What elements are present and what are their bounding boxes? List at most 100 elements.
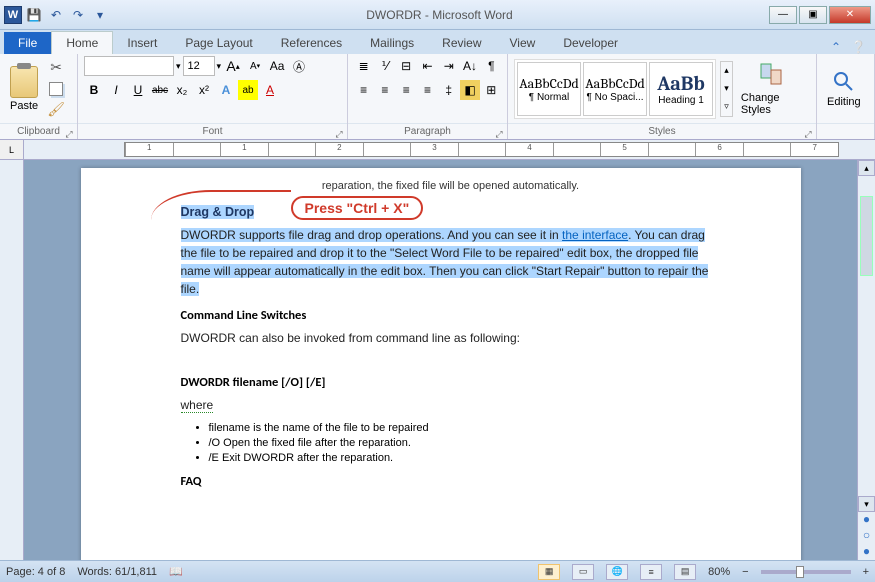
view-outline-button[interactable]: ≡ (640, 564, 662, 580)
ruler-toggle-button[interactable] (857, 140, 875, 159)
status-proofing-icon[interactable]: 📖 (169, 565, 183, 578)
shading-button[interactable]: ◧ (460, 80, 479, 100)
scroll-up-button[interactable]: ▴ (858, 160, 875, 176)
subscript-button[interactable]: x₂ (172, 80, 192, 100)
multilevel-button[interactable]: ⊟ (397, 56, 416, 76)
zoom-out-button[interactable]: − (742, 566, 748, 578)
numbering-button[interactable]: ⅟ (375, 56, 394, 76)
align-left-button[interactable]: ≡ (354, 80, 373, 100)
help-icon[interactable]: ❔ (851, 40, 865, 54)
vertical-ruler[interactable] (0, 160, 24, 560)
vertical-scrollbar[interactable]: ▴ ▾ ● ○ ● (857, 160, 875, 560)
justify-button[interactable]: ≡ (418, 80, 437, 100)
line-spacing-button[interactable]: ‡ (439, 80, 458, 100)
zoom-in-button[interactable]: + (863, 566, 869, 578)
status-words[interactable]: Words: 61/1,811 (77, 566, 157, 578)
heading-drag-drop: Drag & Drop (181, 205, 721, 220)
superscript-button[interactable]: x² (194, 80, 214, 100)
browse-object-button[interactable]: ○ (858, 528, 875, 544)
clear-formatting-button[interactable]: Ⓐ (289, 56, 309, 76)
view-print-layout-button[interactable]: ▦ (538, 564, 560, 580)
bullets-button[interactable]: ≣ (354, 56, 373, 76)
copy-button[interactable] (46, 79, 66, 99)
font-size-combo[interactable]: 12 (183, 56, 215, 76)
gallery-more-icon[interactable]: ▿ (721, 101, 732, 112)
styles-gallery[interactable]: AaBbCcDd¶ Normal AaBbCcDd¶ No Spaci... A… (514, 59, 716, 119)
underline-button[interactable]: U (128, 80, 148, 100)
paste-label: Paste (10, 100, 38, 112)
styles-launcher[interactable]: ⤢ (802, 126, 814, 138)
qat-redo-button[interactable]: ↷ (68, 5, 88, 25)
clipboard-launcher[interactable]: ⤢ (63, 126, 75, 138)
horizontal-ruler[interactable]: 1 1 2 3 4 5 6 7 (124, 142, 839, 157)
show-marks-button[interactable]: ¶ (482, 56, 501, 76)
bold-button[interactable]: B (84, 80, 104, 100)
gallery-down-icon[interactable]: ▾ (721, 83, 732, 94)
tab-references[interactable]: References (267, 32, 356, 54)
prev-page-button[interactable]: ● (858, 512, 875, 528)
scroll-down-button[interactable]: ▾ (858, 496, 875, 512)
status-page[interactable]: Page: 4 of 8 (6, 566, 65, 578)
minimize-ribbon-icon[interactable]: ⌃ (831, 40, 845, 54)
borders-button[interactable]: ⊞ (482, 80, 501, 100)
format-painter-button[interactable]: 🖌 (46, 100, 66, 120)
font-launcher[interactable]: ⤢ (333, 126, 345, 138)
gallery-up-icon[interactable]: ▴ (721, 65, 732, 76)
group-paragraph: ≣ ⅟ ⊟ ⇤ ⇥ A↓ ¶ ≡ ≡ ≡ ≡ ‡ ◧ ⊞ Paragraph⤢ (348, 54, 508, 139)
status-zoom-pct[interactable]: 80% (708, 566, 730, 578)
style-no-spacing[interactable]: AaBbCcDd¶ No Spaci... (583, 62, 647, 116)
align-right-button[interactable]: ≡ (397, 80, 416, 100)
tab-developer[interactable]: Developer (549, 32, 632, 54)
change-case-button[interactable]: Aa (267, 56, 287, 76)
paragraph-launcher[interactable]: ⤢ (493, 126, 505, 138)
font-name-combo[interactable] (84, 56, 174, 76)
tab-page-layout[interactable]: Page Layout (171, 32, 266, 54)
view-draft-button[interactable]: ▤ (674, 564, 696, 580)
cut-button[interactable]: ✂ (46, 58, 66, 78)
maximize-button[interactable]: ▣ (799, 6, 827, 24)
zoom-slider[interactable] (761, 570, 851, 574)
qat-undo-button[interactable]: ↶ (46, 5, 66, 25)
minimize-button[interactable]: — (769, 6, 797, 24)
shrink-font-button[interactable]: A▾ (245, 56, 265, 76)
font-color-button[interactable]: A (260, 80, 280, 100)
next-page-button[interactable]: ● (858, 544, 875, 560)
decrease-indent-button[interactable]: ⇤ (418, 56, 437, 76)
style-heading1[interactable]: AaBbHeading 1 (649, 62, 713, 116)
document-scroll[interactable]: reparation, the fixed file will be opene… (24, 160, 857, 560)
editing-button[interactable]: Editing (823, 68, 865, 110)
change-styles-button[interactable]: Change Styles (737, 60, 810, 118)
view-web-layout-button[interactable]: 🌐 (606, 564, 628, 580)
highlight-button[interactable]: ab (238, 80, 258, 100)
group-label-styles: Styles⤢ (508, 123, 816, 139)
grow-font-button[interactable]: A▴ (223, 56, 243, 76)
tab-view[interactable]: View (496, 32, 550, 54)
tab-insert[interactable]: Insert (113, 32, 171, 54)
sort-button[interactable]: A↓ (460, 56, 479, 76)
increase-indent-button[interactable]: ⇥ (439, 56, 458, 76)
tab-mailings[interactable]: Mailings (356, 32, 428, 54)
qat-customize-dropdown[interactable]: ▾ (90, 5, 110, 25)
zoom-thumb[interactable] (796, 566, 804, 578)
view-full-screen-button[interactable]: ▭ (572, 564, 594, 580)
document-page[interactable]: reparation, the fixed file will be opene… (81, 168, 801, 560)
style-normal[interactable]: AaBbCcDd¶ Normal (517, 62, 581, 116)
close-button[interactable]: ✕ (829, 6, 871, 24)
chevron-down-icon[interactable]: ▾ (217, 61, 222, 72)
chevron-down-icon[interactable]: ▾ (176, 61, 181, 72)
interface-link[interactable]: the interface (562, 228, 628, 242)
word-app-icon[interactable]: W (4, 6, 22, 24)
paste-button[interactable]: Paste (6, 64, 42, 114)
italic-button[interactable]: I (106, 80, 126, 100)
text-effects-button[interactable]: A (216, 80, 236, 100)
tab-home[interactable]: Home (51, 31, 113, 54)
strikethrough-button[interactable]: abc (150, 80, 170, 100)
scroll-track[interactable] (858, 176, 875, 496)
qat-save-button[interactable]: 💾 (24, 5, 44, 25)
scroll-thumb[interactable] (860, 196, 873, 276)
align-center-button[interactable]: ≡ (375, 80, 394, 100)
ruler-corner[interactable]: L (0, 140, 24, 159)
statusbar: Page: 4 of 8 Words: 61/1,811 📖 ▦ ▭ 🌐 ≡ ▤… (0, 560, 875, 582)
tab-review[interactable]: Review (428, 32, 495, 54)
tab-file[interactable]: File (4, 32, 51, 54)
